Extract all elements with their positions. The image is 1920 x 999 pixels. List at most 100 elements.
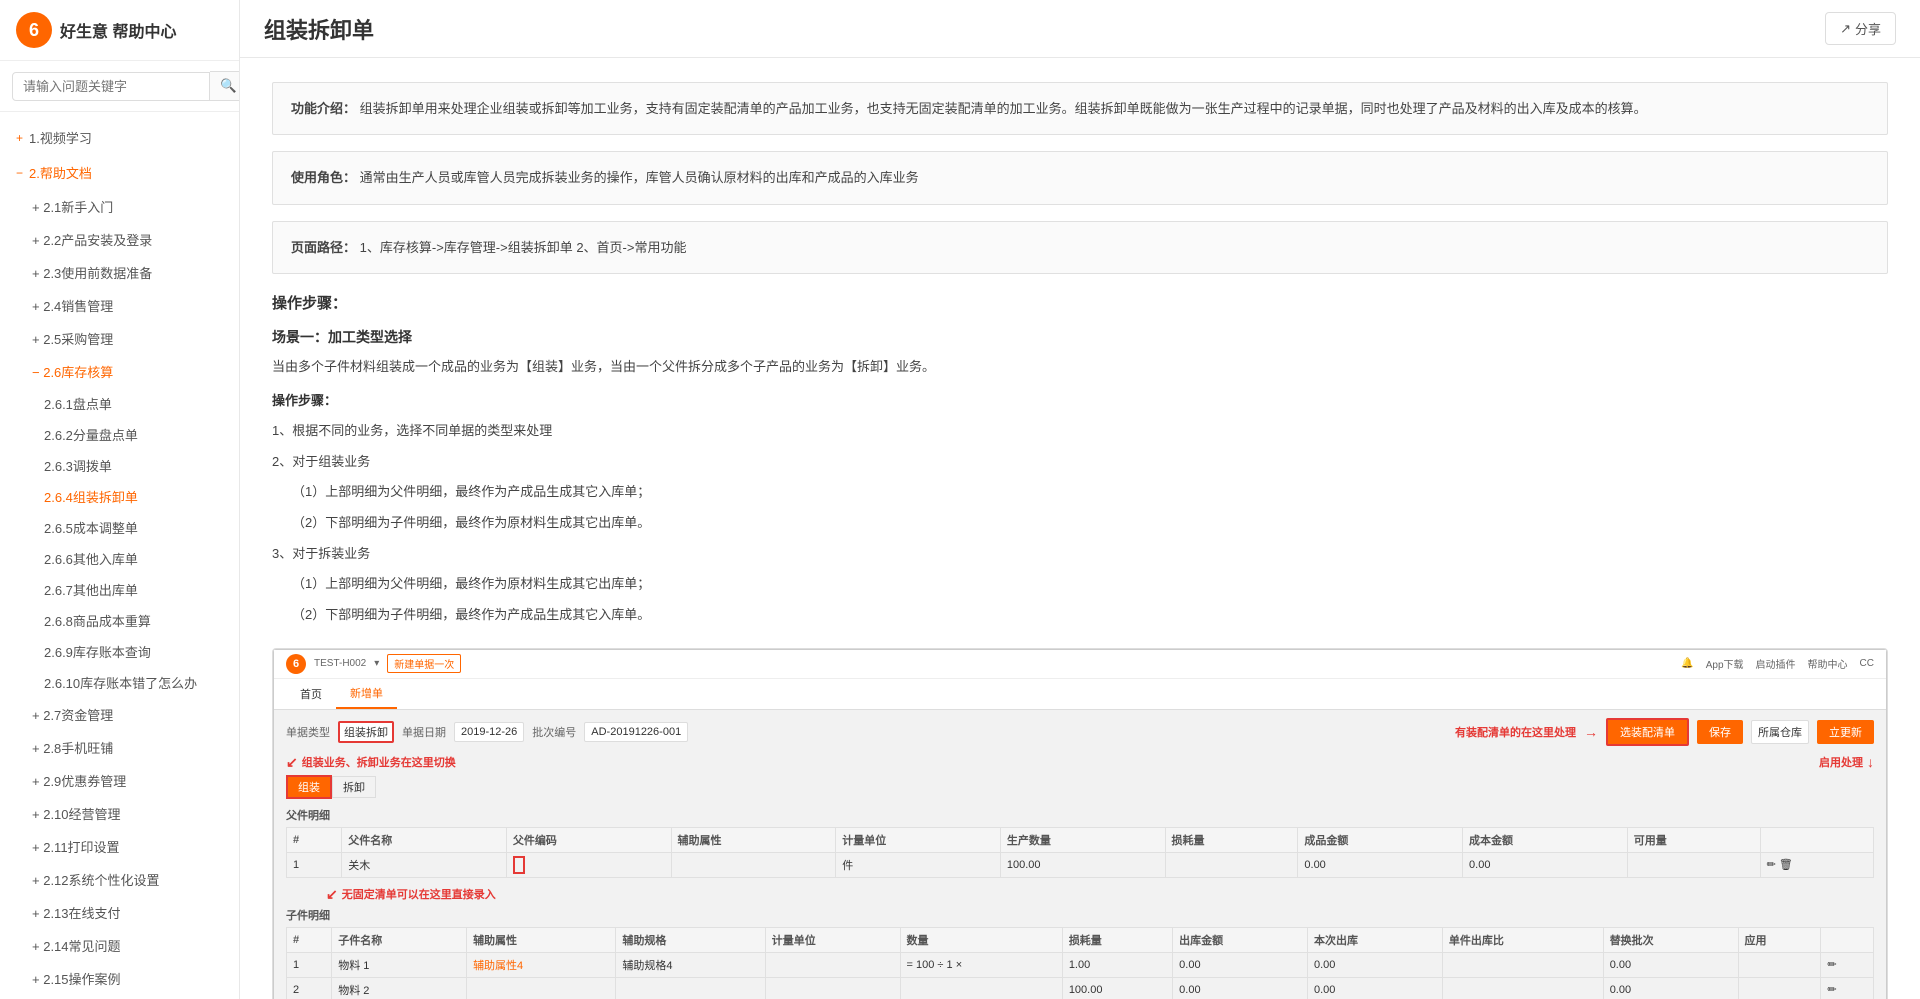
sidebar-item-2-6-1[interactable]: 2.6.1盘点单: [0, 388, 239, 419]
sidebar-header: 6 好生意 帮助中心: [0, 0, 239, 61]
main-header: 组装拆卸单 ↗ 分享: [240, 0, 1920, 58]
annotation-right: 启用处理 ↓: [1819, 754, 1874, 770]
mock-save-btn[interactable]: 保存: [1697, 720, 1743, 744]
mock-tab-new[interactable]: 新增单: [336, 679, 397, 709]
sidebar-item-2-6-8[interactable]: 2.6.8商品成本重算: [0, 605, 239, 636]
mock-confirm-btn[interactable]: 立更新: [1817, 720, 1874, 744]
cell-parent-code: [506, 852, 671, 877]
col-aux-spec: 辅助规格: [616, 927, 765, 952]
sidebar-item-purchase[interactable]: + 2.5采购管理: [0, 322, 239, 355]
mock-type-input[interactable]: 组装拆卸: [338, 721, 394, 743]
sidebar-item-faq[interactable]: + 2.14常见问题: [0, 929, 239, 962]
sidebar-nav: + 1.视频学习 − 2.帮助文档 + 2.1新手入门 + 2.2产品安装及登录…: [0, 112, 239, 999]
sidebar-item-2-6-5[interactable]: 2.6.5成本调整单: [0, 512, 239, 543]
sidebar-item-docs-label: 2.帮助文档: [29, 163, 92, 182]
sidebar-item-2-6-3[interactable]: 2.6.3调拨单: [0, 450, 239, 481]
cell-out-amount-b1: 0.00: [1173, 952, 1308, 977]
sidebar-item-mobile[interactable]: + 2.8手机旺铺: [0, 731, 239, 764]
cell-cur-out-b1: 0.00: [1308, 952, 1443, 977]
plus-icon-ops: +: [32, 807, 43, 822]
share-button[interactable]: ↗ 分享: [1825, 12, 1896, 45]
search-button[interactable]: 🔍: [210, 71, 240, 101]
plus-icon-online-pay: +: [32, 906, 43, 921]
mock-no-label: 批次编号: [532, 724, 576, 740]
mock-select-btn[interactable]: 选装配清单: [1606, 718, 1689, 746]
col-apply: 应用: [1738, 927, 1821, 952]
mock-app: 6 TEST-H002 ▾ 新建单据一次 🔔 App下载 启动插件 帮助中心 C…: [273, 649, 1887, 999]
cell-loss: [1165, 852, 1298, 877]
mock-tab-home[interactable]: 首页: [286, 680, 336, 708]
plus-icon-coupon: +: [32, 774, 43, 789]
mock-link-plugin[interactable]: 启动插件: [1756, 656, 1796, 671]
sidebar-item-install[interactable]: + 2.2产品安装及登录: [0, 223, 239, 256]
mock-type-disassemble[interactable]: 拆卸: [332, 776, 376, 798]
sidebar-item-coupon[interactable]: + 2.9优惠券管理: [0, 764, 239, 797]
plus-icon-purchase: +: [32, 332, 43, 347]
sidebar-item-online-pay[interactable]: + 2.13在线支付: [0, 896, 239, 929]
sidebar-item-2-6-2[interactable]: 2.6.2分量盘点单: [0, 419, 239, 450]
sidebar-item-ops[interactable]: + 2.10经营管理: [0, 797, 239, 830]
path-text: 1、库存核算->库存管理->组装拆卸单 2、首页->常用功能: [360, 240, 687, 255]
search-input[interactable]: [12, 72, 210, 101]
mock-link-help[interactable]: 帮助中心: [1808, 656, 1848, 671]
edit-icon-b2[interactable]: ✏: [1827, 984, 1836, 996]
sidebar-item-finance[interactable]: + 2.7资金管理: [0, 698, 239, 731]
annotation-input-box: [513, 856, 525, 874]
cell-aux-attr: [671, 852, 836, 877]
annotation-1: 有装配清单的在这里处理: [1455, 724, 1576, 740]
sidebar-item-print[interactable]: + 2.11打印设置: [0, 830, 239, 863]
mock-table-top: # 父件名称 父件编码 辅助属性 计量单位 生产数量 损耗量 成品金额 成本金额…: [286, 827, 1874, 878]
mock-bell-icon: 🔔: [1681, 658, 1693, 669]
mock-no-input[interactable]: AD-20191226-001: [584, 722, 688, 742]
share-icon: ↗: [1840, 21, 1851, 37]
col-available: 可用量: [1627, 827, 1760, 852]
sidebar-item-2-6-6[interactable]: 2.6.6其他入库单: [0, 543, 239, 574]
sidebar-item-data-prep[interactable]: + 2.3使用前数据准备: [0, 256, 239, 289]
sidebar-item-docs[interactable]: − 2.帮助文档: [0, 155, 239, 190]
cell-loss-b2: 100.00: [1062, 977, 1172, 999]
scene1-title: 场景一：加工类型选择: [272, 327, 1888, 347]
col-loss: 损耗量: [1165, 827, 1298, 852]
mock-type-assemble[interactable]: 组装: [286, 775, 332, 799]
col-parent-name: 父件名称: [342, 827, 507, 852]
ops-steps-subtitle: 操作步骤：: [272, 390, 1888, 409]
edit-icon-b1[interactable]: ✏: [1827, 959, 1836, 971]
sidebar-item-2-6-4[interactable]: 2.6.4组装拆卸单: [0, 481, 239, 512]
sidebar-item-2-6-10[interactable]: 2.6.10库存账本错了怎么办: [0, 667, 239, 698]
role-text: 通常由生产人员或库管人员完成拆装业务的操作，库管人员确认原材料的出库和产成品的入…: [360, 170, 919, 185]
sidebar-item-2-6-9[interactable]: 2.6.9库存账本查询: [0, 636, 239, 667]
path-block: 页面路径： 1、库存核算->库存管理->组装拆卸单 2、首页->常用功能: [272, 221, 1888, 274]
cell-ratio-b2: [1442, 977, 1603, 999]
delete-icon[interactable]: 🗑: [1779, 859, 1793, 871]
cell-prod-qty: 100.00: [1000, 852, 1165, 877]
mock-new-btn[interactable]: 新建单据一次: [387, 654, 461, 673]
col-out-amount: 出库金额: [1173, 927, 1308, 952]
step-3-1: （1）上部明细为父件明细，最终作为原材料生成其它出库单；: [272, 572, 1888, 597]
cell-apply-b1: [1738, 952, 1821, 977]
sidebar-item-cases[interactable]: + 2.15操作案例: [0, 962, 239, 995]
sidebar-item-inventory[interactable]: − 2.6库存核算: [0, 355, 239, 388]
sidebar-item-sales[interactable]: + 2.4销售管理: [0, 289, 239, 322]
intro-block: 功能介绍： 组装拆卸单用来处理企业组装或拆卸等加工业务，支持有固定装配清单的产品…: [272, 82, 1888, 135]
minus-icon: −: [16, 166, 23, 180]
cell-unit-b2: [765, 977, 900, 999]
step-2: 2、对于组装业务: [272, 450, 1888, 475]
mock-table-bottom-head: # 子件名称 辅助属性 辅助规格 计量单位 数量 损耗量 出库金额 本次出库 单…: [287, 927, 1874, 952]
step-2-2: （2）下部明细为子件明细，最终作为原材料生成其它出库单。: [272, 511, 1888, 536]
edit-icon[interactable]: ✏: [1767, 859, 1776, 871]
sidebar-item-newbie[interactable]: + 2.1新手入门: [0, 190, 239, 223]
main-area: 组装拆卸单 ↗ 分享 功能介绍： 组装拆卸单用来处理企业组装或拆卸等加工业务，支…: [240, 0, 1920, 999]
sidebar-item-2-6-7[interactable]: 2.6.7其他出库单: [0, 574, 239, 605]
sidebar-item-system[interactable]: + 2.12系统个性化设置: [0, 863, 239, 896]
cell-ops-b2: ✏: [1821, 977, 1874, 999]
sidebar-item-video[interactable]: + 1.视频学习: [0, 120, 239, 155]
arrow-icon-4: ↙: [326, 886, 338, 903]
annotation-enable: 启用处理: [1819, 754, 1863, 770]
mock-top-bar: 6 TEST-H002 ▾ 新建单据一次 🔔 App下载 启动插件 帮助中心 C…: [274, 650, 1886, 679]
mock-org-input[interactable]: 所属仓库: [1751, 720, 1809, 744]
mock-date-input[interactable]: 2019-12-26: [454, 722, 524, 742]
table-row: 1 物料 1 辅助属性4 辅助规格4 = 100 ÷ 1 × 1.00 0.00…: [287, 952, 1874, 977]
mock-table-bottom-label: 子件明细: [286, 907, 1874, 923]
mock-link-app[interactable]: App下载: [1706, 656, 1744, 671]
search-bar: 🔍: [0, 61, 239, 112]
